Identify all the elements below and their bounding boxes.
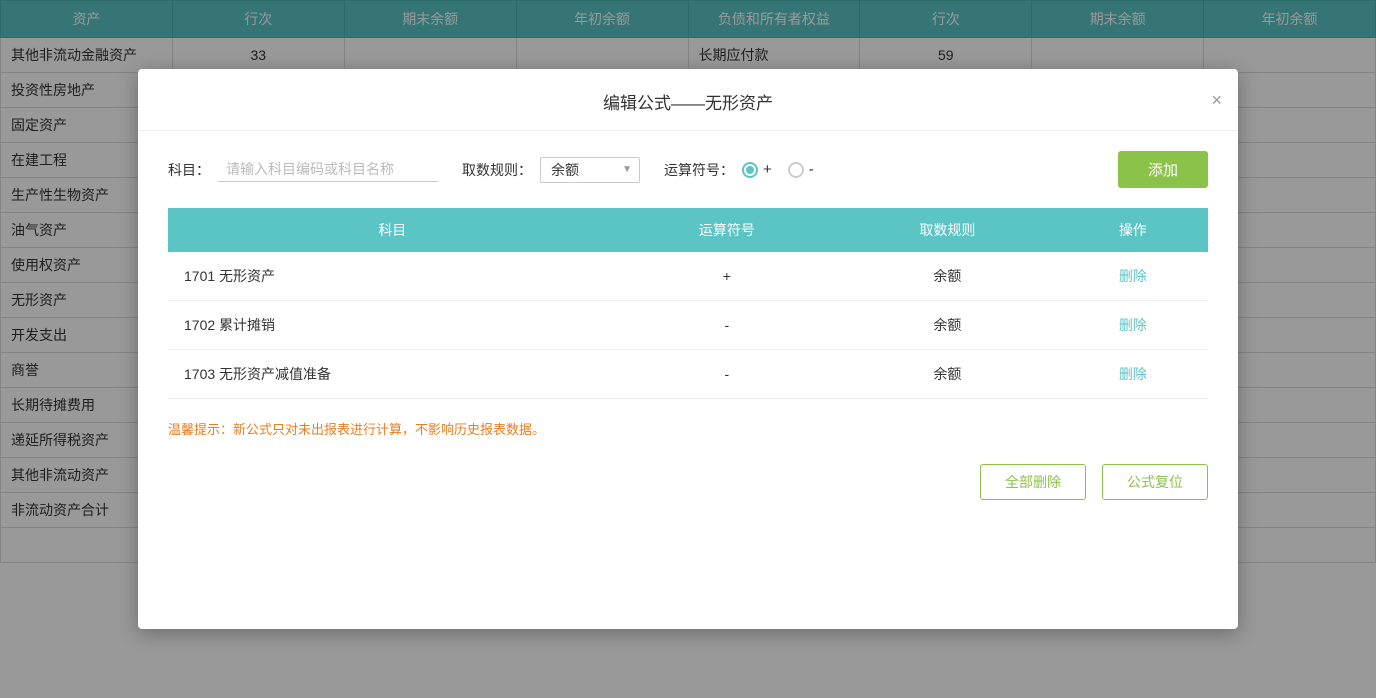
formula-subject: 1701 无形资产	[168, 252, 617, 301]
modal-overlay: 编辑公式——无形资产 × 科目： 取数规则： 余额借方贷方借方发生额贷方发生额 …	[0, 0, 1376, 698]
formula-action: 删除	[1058, 301, 1208, 350]
modal-title: 编辑公式——无形资产	[603, 94, 773, 113]
modal-header: 编辑公式——无形资产 ×	[138, 69, 1238, 131]
delete-link[interactable]: 删除	[1119, 268, 1147, 284]
formula-operator: -	[617, 350, 838, 399]
operator-group: 运算符号： + -	[664, 160, 814, 180]
formula-table-body: 1701 无形资产 + 余额 删除 1702 累计摊销 - 余额 删除 1703…	[168, 252, 1208, 399]
formula-rule: 余额	[837, 301, 1058, 350]
operator-radio-group: + -	[742, 161, 814, 178]
th-action: 操作	[1058, 208, 1208, 252]
formula-row: 1703 无形资产减值准备 - 余额 删除	[168, 350, 1208, 399]
formula-subject: 1703 无形资产减值准备	[168, 350, 617, 399]
formula-operator: -	[617, 301, 838, 350]
rule-group: 取数规则： 余额借方贷方借方发生额贷方发生额 ▼	[462, 157, 640, 183]
delete-all-button[interactable]: 全部删除	[980, 464, 1086, 500]
radio-minus[interactable]: -	[788, 161, 814, 178]
formula-subject: 1702 累计摊销	[168, 301, 617, 350]
close-button[interactable]: ×	[1211, 91, 1222, 109]
formula-row: 1702 累计摊销 - 余额 删除	[168, 301, 1208, 350]
formula-action: 删除	[1058, 350, 1208, 399]
radio-minus-circle	[788, 162, 804, 178]
formula-table-head: 科目 运算符号 取数规则 操作	[168, 208, 1208, 252]
modal-footer: 全部删除 公式复位	[138, 454, 1238, 524]
radio-minus-label: -	[809, 161, 814, 178]
radio-plus[interactable]: +	[742, 161, 772, 178]
subject-label: 科目：	[168, 160, 210, 180]
modal-dialog: 编辑公式——无形资产 × 科目： 取数规则： 余额借方贷方借方发生额贷方发生额 …	[138, 69, 1238, 629]
subject-input[interactable]	[218, 157, 438, 182]
radio-plus-label: +	[763, 161, 772, 178]
formula-form: 科目： 取数规则： 余额借方贷方借方发生额贷方发生额 ▼ 运算符号： +	[138, 131, 1238, 208]
formula-table: 科目 运算符号 取数规则 操作 1701 无形资产 + 余额 删除 1702 累…	[168, 208, 1208, 399]
rule-select-wrapper: 余额借方贷方借方发生额贷方发生额 ▼	[540, 157, 640, 183]
radio-plus-circle	[742, 162, 758, 178]
th-subject: 科目	[168, 208, 617, 252]
formula-row: 1701 无形资产 + 余额 删除	[168, 252, 1208, 301]
formula-rule: 余额	[837, 350, 1058, 399]
formula-table-header-row: 科目 运算符号 取数规则 操作	[168, 208, 1208, 252]
rule-label: 取数规则：	[462, 160, 532, 180]
rule-select[interactable]: 余额借方贷方借方发生额贷方发生额	[540, 157, 640, 183]
operator-label: 运算符号：	[664, 160, 734, 180]
reset-button[interactable]: 公式复位	[1102, 464, 1208, 500]
formula-operator: +	[617, 252, 838, 301]
formula-rule: 余额	[837, 252, 1058, 301]
delete-link[interactable]: 删除	[1119, 317, 1147, 333]
formula-table-wrapper: 科目 运算符号 取数规则 操作 1701 无形资产 + 余额 删除 1702 累…	[138, 208, 1238, 399]
delete-link[interactable]: 删除	[1119, 366, 1147, 382]
hint-text: 温馨提示：新公式只对未出报表进行计算，不影响历史报表数据。	[138, 399, 1238, 454]
th-rule: 取数规则	[837, 208, 1058, 252]
add-button[interactable]: 添加	[1118, 151, 1208, 188]
th-operator: 运算符号	[617, 208, 838, 252]
formula-action: 删除	[1058, 252, 1208, 301]
subject-group: 科目：	[168, 157, 438, 182]
